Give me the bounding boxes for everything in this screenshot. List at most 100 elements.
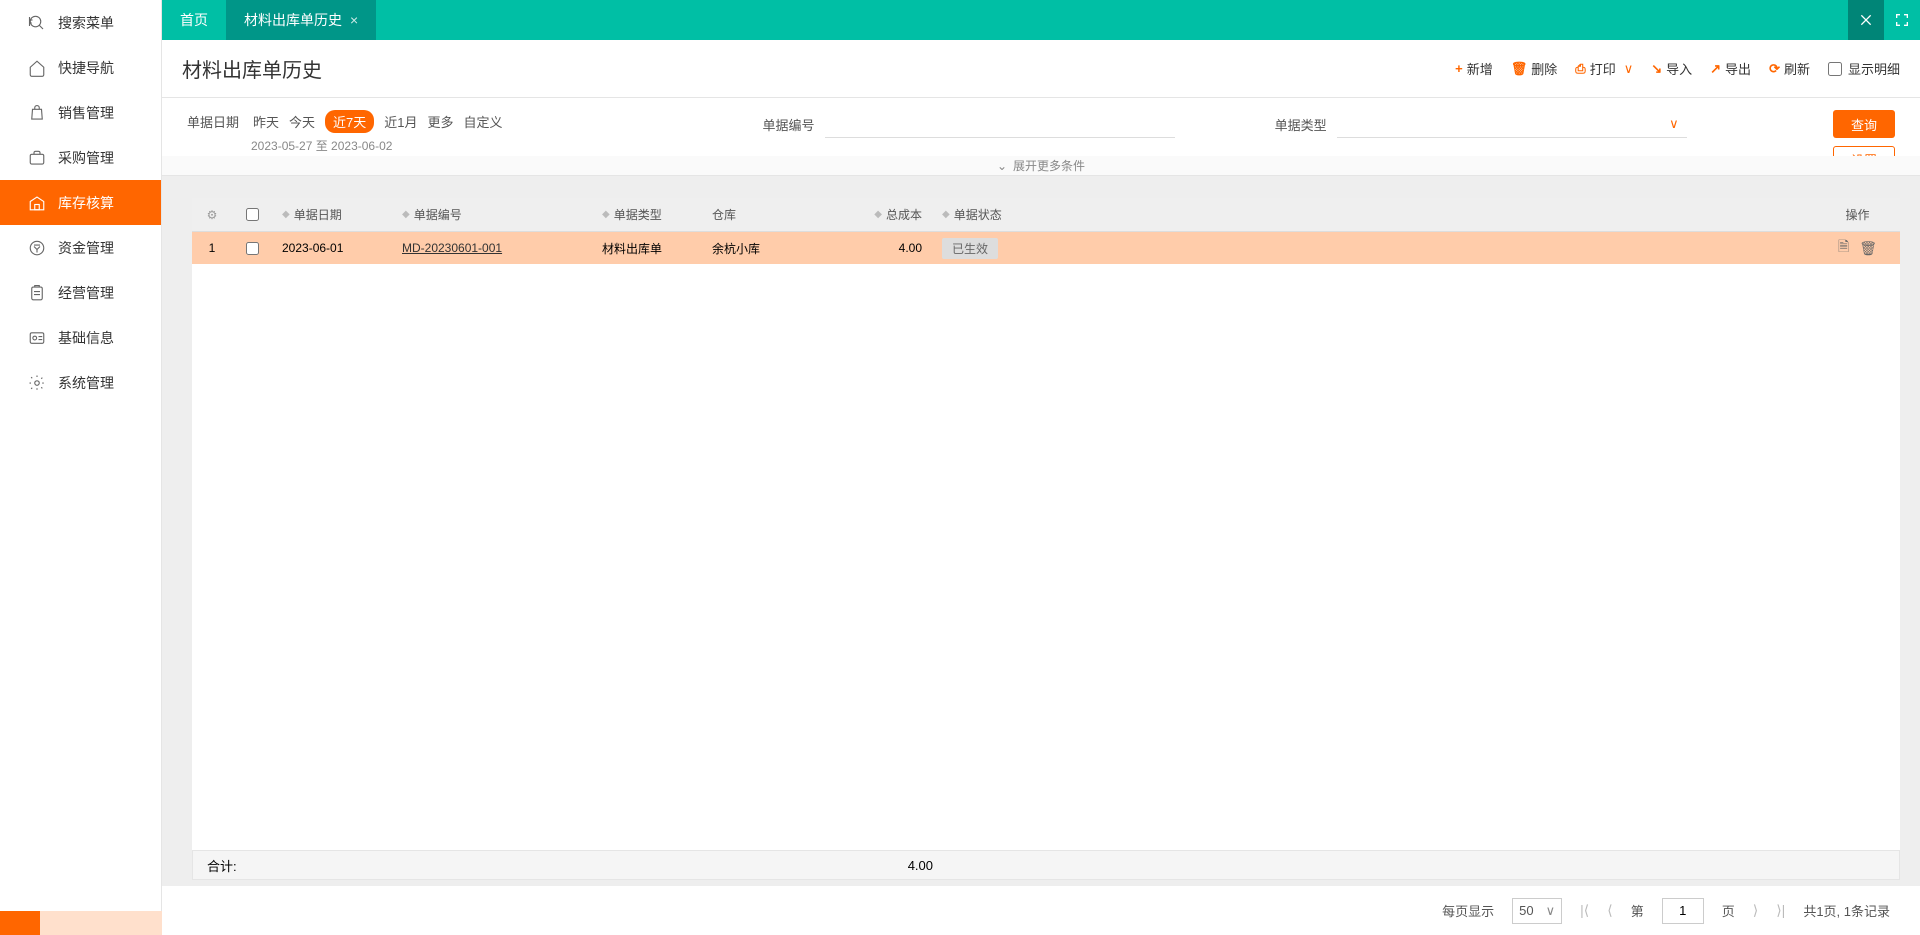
print-icon: ⎙ [1575,61,1585,77]
export-icon: ↗ [1710,61,1721,77]
col-date[interactable]: ◆单据日期 [272,198,392,231]
page-input[interactable] [1662,898,1704,924]
tab-material-out-history[interactable]: 材料出库单历史 × [226,0,376,40]
chevron-down-icon: ∨ [1546,903,1556,919]
sidebar-item-label: 资金管理 [58,238,114,258]
col-status[interactable]: ◆单据状态 [932,198,1102,231]
fullscreen-button[interactable] [1884,0,1920,40]
chevron-down-icon: ∨ [1624,61,1634,77]
show-detail-checkbox[interactable]: 显示明细 [1828,59,1900,78]
date-opt-yesterday[interactable]: 昨天 [253,112,279,131]
table-settings-cog[interactable]: ⚙ [192,198,232,231]
sort-icon: ◆ [874,210,882,220]
tab-label: 材料出库单历史 [244,10,342,30]
filter-doctype-group: 单据类型 ∨ [1275,110,1687,138]
tabs-bar: 首页 材料出库单历史 × [162,0,1920,40]
row-actions: 🗎 🗑 [1815,232,1900,264]
sidebar-item-purchase[interactable]: 采购管理 [0,135,161,180]
filter-docno-group: 单据编号 [763,110,1175,138]
search-icon [28,14,46,32]
cell-status: 已生效 [932,232,1102,264]
export-button[interactable]: ↗导出 [1710,59,1751,78]
select-all-checkbox[interactable] [232,198,272,231]
chevron-down-icon: ⌄ [997,159,1007,173]
sidebar-item-finance[interactable]: 资金管理 [0,225,161,270]
id-icon [28,329,46,347]
next-page-button[interactable]: ⟩ [1753,902,1758,919]
sidebar-item-baseinfo[interactable]: 基础信息 [0,315,161,360]
sidebar-bottom [0,911,162,935]
first-page-button[interactable]: |⟨ [1580,902,1589,919]
col-warehouse[interactable]: 仓库 [702,198,832,231]
prev-page-button[interactable]: ⟨ [1607,902,1612,919]
sidebar-bottom-bar [40,911,162,935]
date-opt-7days[interactable]: 近7天 [325,110,374,133]
cell-warehouse: 余杭小库 [702,232,832,264]
table-row[interactable]: 1 2023-06-01 MD-20230601-001 材料出库单 余杭小库 … [192,232,1900,264]
trash-icon: 🗑 [1511,61,1528,77]
query-button[interactable]: 查询 [1833,110,1895,138]
sidebar-item-system[interactable]: 系统管理 [0,360,161,405]
filter-docno-label: 单据编号 [763,115,815,134]
sidebar-item-label: 快捷导航 [58,58,114,78]
print-button[interactable]: ⎙打印∨ [1575,59,1633,78]
close-icon[interactable]: × [350,12,358,28]
date-opt-more[interactable]: 更多 [428,112,454,131]
view-icon[interactable]: 🗎 [1838,236,1849,260]
sidebar-item-search[interactable]: 搜索菜单 [0,0,161,45]
status-badge: 已生效 [942,238,998,259]
add-button[interactable]: +新增 [1455,59,1493,78]
date-opt-today[interactable]: 今天 [289,112,315,131]
col-cost[interactable]: ◆总成本 [832,198,932,231]
page-size-label: 每页显示 [1442,901,1494,920]
chevron-down-icon: ∨ [1669,116,1679,132]
bag-icon [28,104,46,122]
delete-button[interactable]: 🗑删除 [1511,59,1558,78]
refresh-button[interactable]: ⟳刷新 [1769,59,1810,78]
date-opt-custom[interactable]: 自定义 [464,112,503,131]
row-index: 1 [192,232,232,264]
gear-icon [28,374,46,392]
sort-icon: ◆ [602,210,610,220]
import-icon: ↘ [1651,61,1662,77]
doc-type-select[interactable]: ∨ [1337,110,1687,138]
sidebar-item-inventory[interactable]: 库存核算 [0,180,161,225]
date-opt-1month[interactable]: 近1月 [384,112,417,131]
col-type[interactable]: ◆单据类型 [592,198,702,231]
tab-home[interactable]: 首页 [162,0,226,40]
sidebar: 搜索菜单 快捷导航 销售管理 采购管理 库存核算 资金管理 经营管理 基础信息 … [0,0,162,935]
summary-label: 合计: [193,856,243,875]
doc-no-input[interactable] [825,110,1175,138]
x-icon [1858,12,1874,28]
last-page-button[interactable]: ⟩| [1776,902,1785,919]
expand-more-conditions[interactable]: ⌄展开更多条件 [162,156,1920,176]
col-op: 操作 [1815,198,1900,231]
sort-icon: ◆ [282,210,290,220]
filter-date-label: 单据日期 [187,112,239,131]
close-tab-button[interactable] [1848,0,1884,40]
sidebar-item-label: 采购管理 [58,148,114,168]
sidebar-item-business[interactable]: 经营管理 [0,270,161,315]
col-no[interactable]: ◆单据编号 [392,198,592,231]
page-actions: +新增 🗑删除 ⎙打印∨ ↘导入 ↗导出 ⟳刷新 显示明细 [1455,59,1900,78]
summary-row: 合计: 4.00 [192,850,1900,880]
sidebar-collapse-toggle[interactable] [0,911,40,935]
checkbox-input[interactable] [1828,62,1842,76]
import-button[interactable]: ↘导入 [1651,59,1692,78]
gear-icon: ⚙ [207,208,218,222]
plus-icon: + [1455,61,1463,76]
fullscreen-icon [1894,12,1910,28]
data-table: ⚙ ◆单据日期 ◆单据编号 ◆单据类型 仓库 ◆总成本 ◆单据状态 操作 1 2… [192,198,1900,863]
sidebar-item-quicknav[interactable]: 快捷导航 [0,45,161,90]
page-label-prefix: 第 [1631,901,1644,920]
row-checkbox[interactable] [232,232,272,264]
cell-doc-no: MD-20230601-001 [392,232,592,264]
delete-row-icon[interactable]: 🗑 [1859,240,1877,257]
page-size-select[interactable]: 50∨ [1512,898,1562,924]
refresh-icon: ⟳ [1769,61,1780,77]
doc-no-link[interactable]: MD-20230601-001 [402,241,502,255]
sidebar-item-label: 基础信息 [58,328,114,348]
filter-doctype-label: 单据类型 [1275,115,1327,134]
sidebar-item-sales[interactable]: 销售管理 [0,90,161,135]
cell-date: 2023-06-01 [272,232,392,264]
